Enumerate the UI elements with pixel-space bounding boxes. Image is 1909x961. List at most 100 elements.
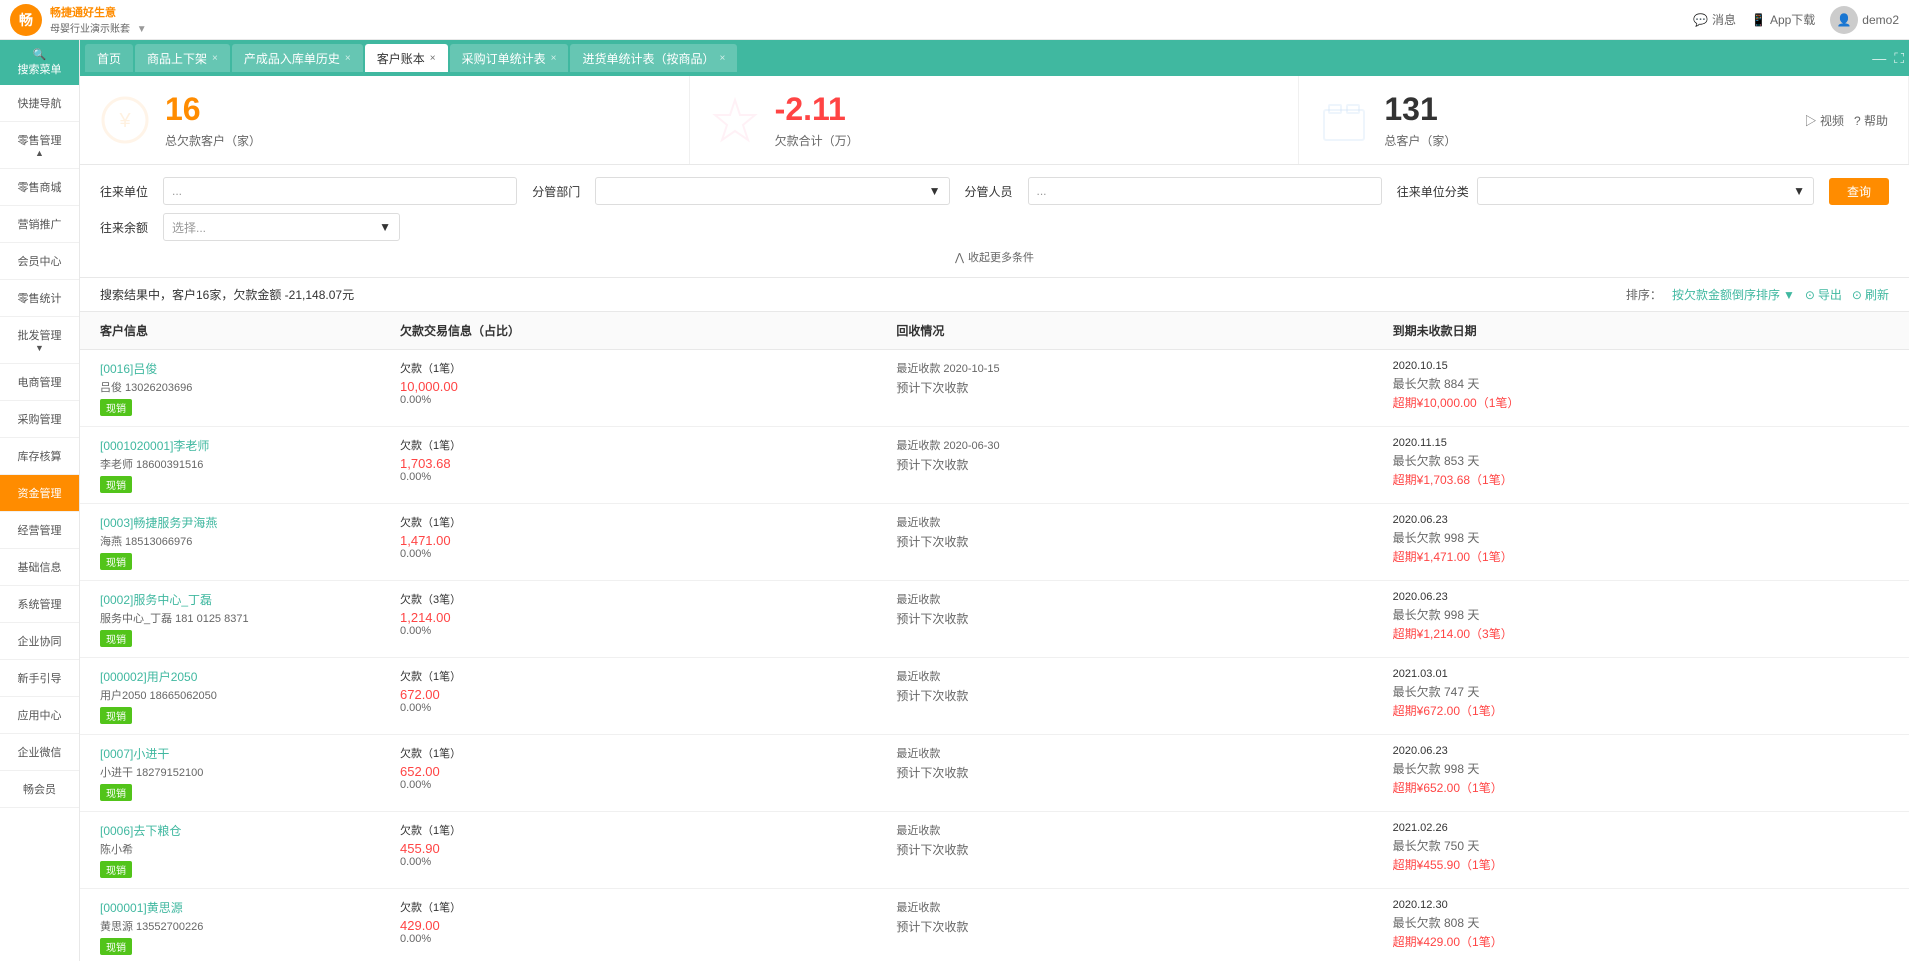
tab-purchase-order[interactable]: 采购订单统计表 × bbox=[450, 44, 569, 72]
sort-dropdown-icon: ▼ bbox=[1783, 288, 1795, 302]
refresh-button[interactable]: ⊙ 刷新 bbox=[1852, 286, 1889, 303]
video-button[interactable]: ▷ 视频 bbox=[1805, 112, 1844, 129]
sidebar-item-inventory[interactable]: 库存核算 bbox=[0, 438, 79, 475]
recover-info-5: 最近收款 预计下次收款 bbox=[896, 668, 1392, 704]
debt-amount-6[interactable]: 652.00 bbox=[400, 764, 896, 779]
sidebar-item-system[interactable]: 系统管理 bbox=[0, 586, 79, 623]
user-menu[interactable]: 👤 demo2 bbox=[1830, 6, 1899, 34]
sidebar-item-capital[interactable]: 资金管理 bbox=[0, 475, 79, 512]
debt-pct-4: 0.00% bbox=[400, 625, 896, 637]
sidebar-item-wechat[interactable]: 企业微信 bbox=[0, 734, 79, 771]
sidebar-item-retail-mgmt[interactable]: 零售管理 ▲ bbox=[0, 122, 79, 169]
tab-products-online[interactable]: 商品上下架 × bbox=[135, 44, 230, 72]
overdue-days-8: 最长欠款 808 天 bbox=[1393, 914, 1889, 931]
debt-pct-7: 0.00% bbox=[400, 856, 896, 868]
tab-instock-stats[interactable]: 进货单统计表（按商品） × bbox=[570, 44, 737, 72]
customer-name-8[interactable]: [000001]黄思源 bbox=[100, 899, 400, 916]
tab-close-instock[interactable]: × bbox=[719, 53, 725, 64]
customer-name-4[interactable]: [0002]服务中心_丁磊 bbox=[100, 591, 400, 608]
sidebar-item-marketing[interactable]: 营销推广 bbox=[0, 206, 79, 243]
debt-amount-4[interactable]: 1,214.00 bbox=[400, 610, 896, 625]
tab-customer-account[interactable]: 客户账本 × bbox=[365, 44, 448, 72]
overdue-amount-2[interactable]: 超期¥1,703.68（1笔） bbox=[1393, 471, 1889, 488]
tab-close-purchase[interactable]: × bbox=[551, 53, 557, 64]
sidebar-item-ecommerce[interactable]: 电商管理 bbox=[0, 364, 79, 401]
overdue-amount-8[interactable]: 超期¥429.00（1笔） bbox=[1393, 933, 1889, 950]
help-button[interactable]: ? 帮助 bbox=[1854, 112, 1888, 129]
stat-card-total-customers: 131 总客户（家） ▷ 视频 ? 帮助 bbox=[1299, 76, 1909, 164]
debt-info-8: 欠款（1笔） 429.00 0.00% bbox=[400, 899, 896, 945]
overdue-amount-6[interactable]: 超期¥652.00（1笔） bbox=[1393, 779, 1889, 796]
collapse-button[interactable]: ⋀ 收起更多条件 bbox=[955, 249, 1034, 265]
message-button[interactable]: 💬 消息 bbox=[1693, 11, 1736, 28]
last-collect-4: 最近收款 bbox=[896, 591, 1392, 607]
person-input[interactable]: ... bbox=[1028, 177, 1382, 205]
col-header-debt: 欠款交易信息（占比） bbox=[400, 322, 896, 339]
customer-name-7[interactable]: [0006]去下粮仓 bbox=[100, 822, 400, 839]
sidebar-search[interactable]: 🔍 搜索菜单 bbox=[0, 40, 79, 85]
debt-amount-2[interactable]: 1,703.68 bbox=[400, 456, 896, 471]
sidebar-item-quick-nav[interactable]: 快捷导航 bbox=[0, 85, 79, 122]
debt-amount-5[interactable]: 672.00 bbox=[400, 687, 896, 702]
due-info-5: 2021.03.01 最长欠款 747 天 超期¥672.00（1笔） bbox=[1393, 668, 1889, 719]
tab-close-products[interactable]: × bbox=[212, 53, 218, 64]
sidebar-item-operations[interactable]: 经营管理 bbox=[0, 512, 79, 549]
logo-name: 畅捷通好生意 bbox=[50, 4, 147, 20]
sidebar-item-retail-mall[interactable]: 零售商城 bbox=[0, 169, 79, 206]
sidebar-item-app-center[interactable]: 应用中心 bbox=[0, 697, 79, 734]
customer-name-5[interactable]: [000002]用户2050 bbox=[100, 668, 400, 685]
customer-info-6: [0007]小进干 小进干 18279152100 现销 bbox=[100, 745, 400, 801]
maximize-button[interactable]: ⛶ bbox=[1894, 50, 1904, 67]
debt-amount-3[interactable]: 1,471.00 bbox=[400, 533, 896, 548]
overdue-amount-4[interactable]: 超期¥1,214.00（3笔） bbox=[1393, 625, 1889, 642]
search-button[interactable]: 查询 bbox=[1829, 178, 1889, 205]
sidebar-item-member[interactable]: 会员中心 bbox=[0, 243, 79, 280]
table-row: [000002]用户2050 用户2050 18665062050 现销 欠款（… bbox=[80, 658, 1909, 735]
sidebar-item-purchase[interactable]: 采购管理 bbox=[0, 401, 79, 438]
main-layout: 🔍 搜索菜单 快捷导航 零售管理 ▲ 零售商城 营销推广 会员中心 零售统计 批… bbox=[0, 40, 1909, 961]
unit-class-dropdown-icon: ▼ bbox=[1793, 184, 1805, 198]
from-unit-input[interactable]: ... bbox=[163, 177, 517, 205]
customer-info-4: [0002]服务中心_丁磊 服务中心_丁磊 181 0125 8371 现销 bbox=[100, 591, 400, 647]
sidebar-item-batch-mgmt[interactable]: 批发管理 ▼ bbox=[0, 317, 79, 364]
debt-amount-8[interactable]: 429.00 bbox=[400, 918, 896, 933]
customer-name-2[interactable]: [0001020001]李老师 bbox=[100, 437, 400, 454]
overdue-amount-1[interactable]: 超期¥10,000.00（1笔） bbox=[1393, 394, 1889, 411]
person-label: 分管人员 bbox=[965, 183, 1020, 200]
dept-select[interactable]: ▼ bbox=[595, 177, 949, 205]
tab-produce-history[interactable]: 产成品入库单历史 × bbox=[232, 44, 363, 72]
customer-name-1[interactable]: [0016]吕俊 bbox=[100, 360, 400, 377]
tab-home[interactable]: 首页 bbox=[85, 44, 133, 72]
minimize-button[interactable]: — bbox=[1872, 50, 1886, 67]
due-date-4: 2020.06.23 bbox=[1393, 591, 1889, 603]
next-collect-7: 预计下次收款 bbox=[896, 841, 1392, 858]
sidebar-item-retail-stats[interactable]: 零售统计 bbox=[0, 280, 79, 317]
debt-amount-1[interactable]: 10,000.00 bbox=[400, 379, 896, 394]
tab-close-produce[interactable]: × bbox=[345, 53, 351, 64]
tab-close-customer[interactable]: × bbox=[430, 53, 436, 64]
refresh-icon: ⊙ bbox=[1852, 288, 1862, 302]
next-collect-4: 预计下次收款 bbox=[896, 610, 1392, 627]
sidebar-item-enterprise[interactable]: 企业协同 bbox=[0, 623, 79, 660]
sidebar-item-new-guide[interactable]: 新手引导 bbox=[0, 660, 79, 697]
debt-amount-7[interactable]: 455.90 bbox=[400, 841, 896, 856]
customer-tag-3: 现销 bbox=[100, 553, 132, 570]
overdue-amount-3[interactable]: 超期¥1,471.00（1笔） bbox=[1393, 548, 1889, 565]
recover-info-6: 最近收款 预计下次收款 bbox=[896, 745, 1392, 781]
debt-total-number: -2.11 bbox=[775, 91, 859, 128]
sidebar-item-basic-info[interactable]: 基础信息 bbox=[0, 549, 79, 586]
sort-select[interactable]: 按欠款金额倒序排序 ▼ bbox=[1672, 286, 1795, 303]
customer-name-3[interactable]: [0003]畅捷服务尹海燕 bbox=[100, 514, 400, 531]
total-customers-label: 总客户（家） bbox=[1384, 132, 1456, 149]
customer-name-6[interactable]: [0007]小进干 bbox=[100, 745, 400, 762]
debt-total-icon bbox=[710, 95, 760, 145]
export-button[interactable]: ⊙ 导出 bbox=[1805, 286, 1842, 303]
app-download-button[interactable]: 📱 App下载 bbox=[1751, 11, 1815, 28]
unit-class-select[interactable]: ▼ bbox=[1477, 177, 1814, 205]
sidebar-item-vip[interactable]: 畅会员 bbox=[0, 771, 79, 808]
due-date-2: 2020.11.15 bbox=[1393, 437, 1889, 449]
balance-select[interactable]: 选择... ▼ bbox=[163, 213, 400, 241]
debt-customers-label: 总欠款客户（家） bbox=[165, 132, 261, 149]
overdue-amount-5[interactable]: 超期¥672.00（1笔） bbox=[1393, 702, 1889, 719]
overdue-amount-7[interactable]: 超期¥455.90（1笔） bbox=[1393, 856, 1889, 873]
